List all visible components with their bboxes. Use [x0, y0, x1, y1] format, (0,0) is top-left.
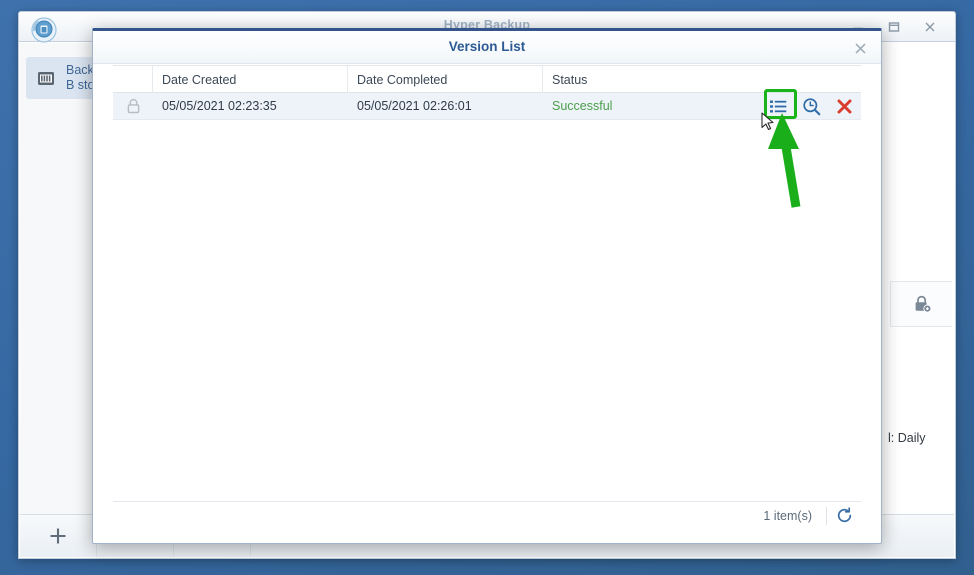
cell-date-created: 05/05/2021 02:23:35 — [162, 99, 277, 113]
column-header-status[interactable]: Status — [543, 66, 861, 93]
detail-schedule-text: l: Daily — [888, 431, 926, 445]
table-row[interactable]: 05/05/2021 02:23:35 05/05/2021 02:26:01 … — [113, 93, 861, 120]
background-window-detail-panel: l: Daily — [888, 43, 954, 514]
lock-settings-icon — [890, 281, 952, 327]
dialog-header: Version List — [93, 31, 881, 64]
maximize-icon[interactable] — [883, 16, 905, 38]
column-header-date-completed[interactable]: Date Completed — [348, 66, 543, 93]
close-icon[interactable] — [919, 16, 941, 38]
version-table: Date Created Date Completed Status 05/05… — [113, 65, 861, 120]
refresh-icon[interactable] — [827, 505, 861, 527]
version-list-dialog: Version List Date Created Date Completed… — [92, 28, 882, 544]
table-header-row: Date Created Date Completed Status — [113, 66, 861, 93]
add-backup-task-button[interactable] — [20, 515, 97, 557]
dialog-title: Version List — [448, 39, 526, 54]
red-x-icon[interactable] — [834, 97, 854, 117]
close-icon[interactable] — [849, 37, 871, 59]
item-count-label: 1 item(s) — [763, 506, 827, 525]
magnifier-clock-icon[interactable] — [801, 97, 821, 117]
storage-server-icon — [35, 67, 57, 89]
column-header-date-created[interactable]: Date Created — [153, 66, 348, 93]
padlock-icon — [113, 93, 153, 120]
cell-date-completed: 05/05/2021 02:26:01 — [357, 99, 472, 113]
column-header-lock[interactable] — [113, 66, 153, 93]
dialog-footer: 1 item(s) — [113, 501, 861, 529]
sidebar-item-label: Back B sto — [66, 63, 95, 92]
row-action-buttons — [768, 93, 854, 120]
list-icon[interactable] — [768, 97, 788, 117]
